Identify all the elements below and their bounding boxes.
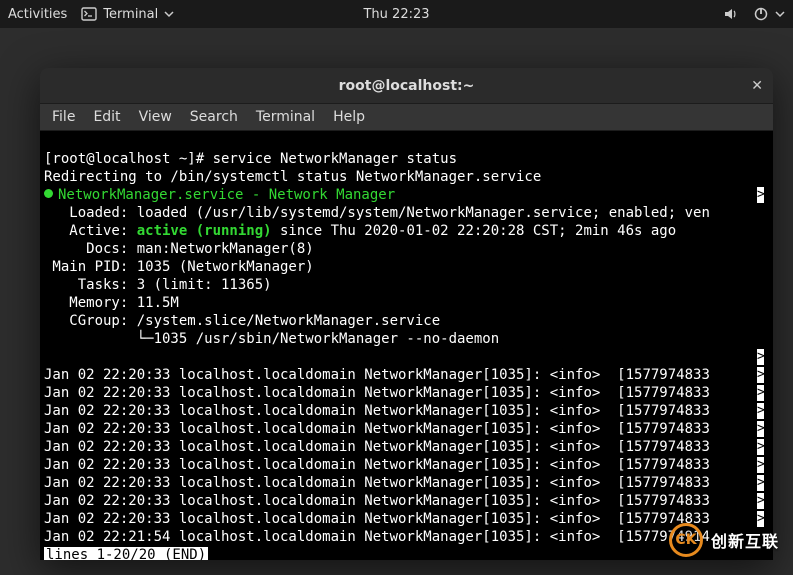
terminal-window: root@localhost:~ ✕ File Edit View Search… (40, 68, 773, 560)
menubar: File Edit View Search Terminal Help (40, 104, 773, 131)
power-button[interactable] (753, 6, 785, 22)
log-line: Jan 02 22:20:33 localhost.localdomain Ne… (44, 493, 710, 509)
truncation-marker-icon: > (757, 457, 764, 473)
menu-help[interactable]: Help (333, 109, 365, 125)
truncation-marker-icon: > (757, 367, 764, 383)
output-line: CGroup: /system.slice/NetworkManager.ser… (44, 313, 440, 329)
menu-terminal[interactable]: Terminal (256, 109, 315, 125)
active-state: active (running) (137, 223, 272, 239)
clock-label: Thu 22:23 (363, 7, 429, 22)
output-line: └─1035 /usr/sbin/NetworkManager --no-dae… (44, 331, 499, 347)
gnome-topbar: Activities Terminal Thu 22:23 (0, 0, 793, 28)
menu-file[interactable]: File (52, 109, 75, 125)
truncation-marker-icon: > (757, 403, 764, 419)
activities-label: Activities (8, 7, 67, 22)
activities-button[interactable]: Activities (8, 7, 67, 22)
truncation-marker-icon: > (757, 385, 764, 401)
output-line: Loaded: loaded (/usr/lib/systemd/system/… (44, 205, 710, 221)
menu-view[interactable]: View (139, 109, 172, 125)
log-line: Jan 02 22:21:54 localhost.localdomain Ne… (44, 529, 710, 545)
output-line: Tasks: 3 (limit: 11365) (44, 277, 272, 293)
output-line: Redirecting to /bin/systemctl status Net… (44, 169, 541, 185)
log-line: Jan 02 22:20:33 localhost.localdomain Ne… (44, 475, 710, 491)
window-close-button[interactable]: ✕ (751, 79, 763, 93)
log-line: Jan 02 22:20:33 localhost.localdomain Ne… (44, 385, 710, 401)
truncation-marker-icon: > (757, 493, 764, 509)
terminal-icon (81, 6, 97, 22)
truncation-marker-icon: > (757, 475, 764, 491)
unit-name: NetworkManager.service - Network Manager (58, 187, 395, 203)
log-line: Jan 02 22:20:33 localhost.localdomain Ne… (44, 421, 710, 437)
power-icon (753, 6, 769, 22)
log-line: Jan 02 22:20:33 localhost.localdomain Ne… (44, 457, 710, 473)
output-line: Docs: man:NetworkManager(8) (44, 241, 314, 257)
output-line: Active: (44, 223, 137, 239)
output-line: Main PID: 1035 (NetworkManager) (44, 259, 314, 275)
truncation-marker-icon: > (757, 421, 764, 437)
menu-edit[interactable]: Edit (93, 109, 120, 125)
clock[interactable]: Thu 22:23 (363, 7, 429, 22)
truncation-marker-icon: > (757, 439, 764, 455)
app-menu-button[interactable]: Terminal (81, 6, 174, 22)
volume-button[interactable] (723, 6, 739, 22)
log-line: Jan 02 22:20:33 localhost.localdomain Ne… (44, 439, 710, 455)
truncation-marker-icon: > (757, 349, 764, 365)
volume-icon (723, 6, 739, 22)
window-titlebar[interactable]: root@localhost:~ ✕ (40, 68, 773, 104)
window-title: root@localhost:~ (339, 78, 475, 94)
output-line: Memory: 11.5M (44, 295, 179, 311)
active-dot-icon (44, 189, 53, 198)
close-icon: ✕ (751, 78, 763, 94)
output-line: since Thu 2020-01-02 22:20:28 CST; 2min … (272, 223, 677, 239)
menu-search[interactable]: Search (190, 109, 238, 125)
chevron-down-icon (775, 9, 785, 19)
log-line: Jan 02 22:20:33 localhost.localdomain Ne… (44, 367, 710, 383)
chevron-down-icon (164, 9, 174, 19)
truncation-marker-icon: > (757, 511, 764, 527)
app-menu-label: Terminal (103, 7, 158, 22)
log-line: Jan 02 22:20:33 localhost.localdomain Ne… (44, 403, 710, 419)
truncation-marker-icon: > (757, 187, 764, 203)
log-line: Jan 02 22:20:33 localhost.localdomain Ne… (44, 511, 710, 527)
pager-status: lines 1-20/20 (END) (44, 547, 208, 560)
desktop: Activities Terminal Thu 22:23 root@local… (0, 0, 793, 575)
terminal-body[interactable]: [root@localhost ~]# service NetworkManag… (40, 131, 773, 560)
prompt: [root@localhost ~]# (44, 151, 213, 167)
command-text: service NetworkManager status (213, 151, 457, 167)
